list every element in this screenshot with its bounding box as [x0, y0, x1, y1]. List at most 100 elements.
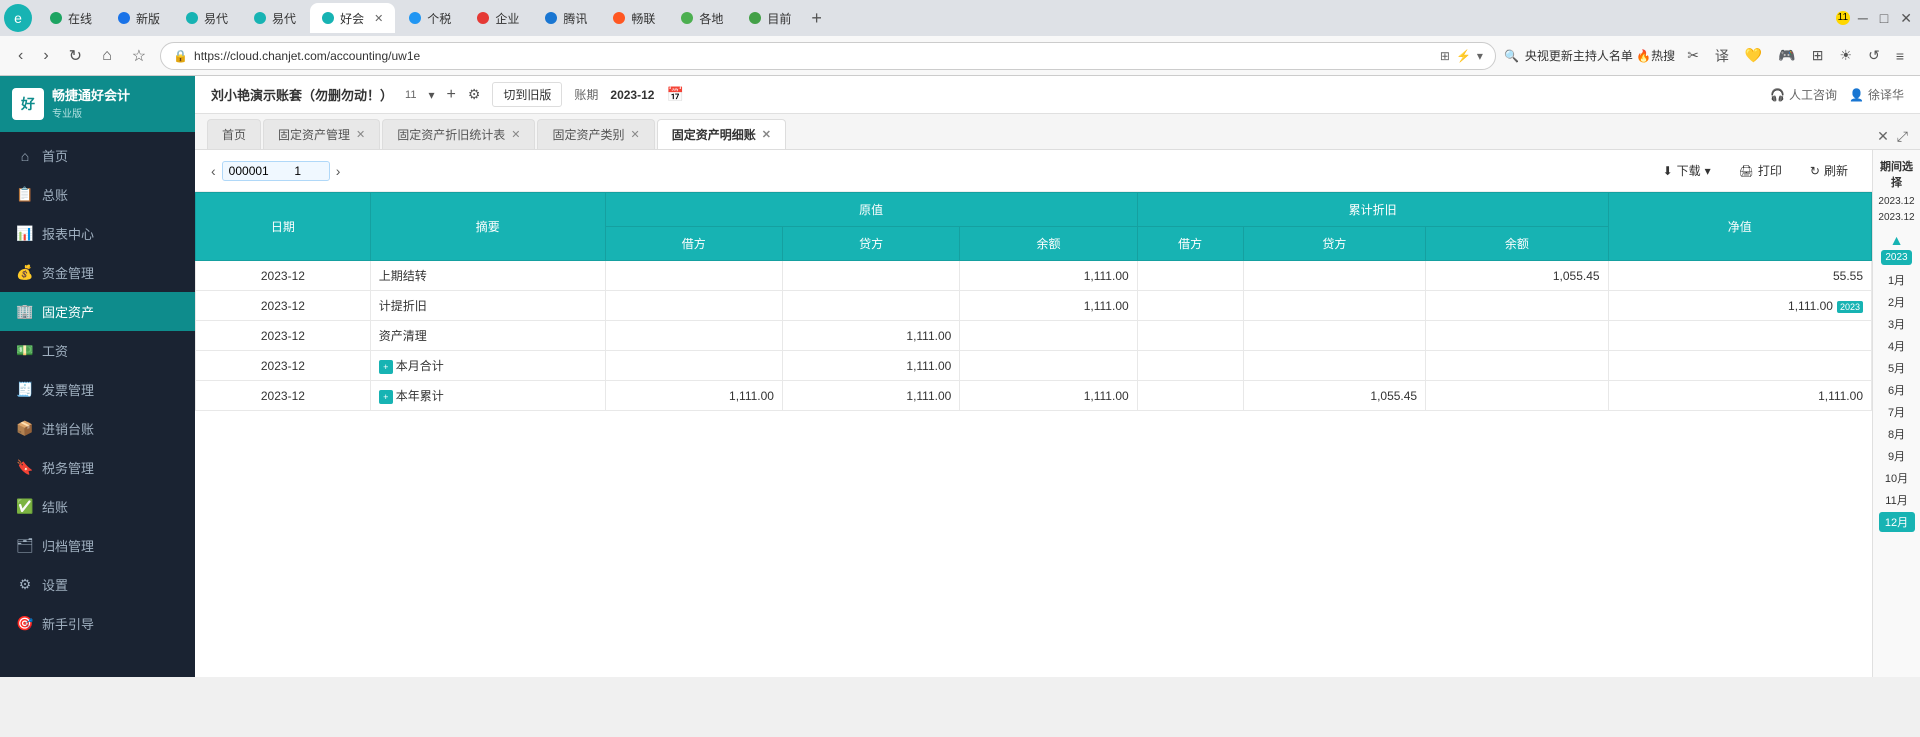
sidebar-item-funds[interactable]: 💰 资金管理 [0, 253, 195, 292]
scissors-btn[interactable]: ✂ [1683, 45, 1703, 66]
download-button[interactable]: ⬇ 下载 ▾ [1655, 158, 1719, 183]
tab-muqian[interactable]: 目前 [737, 3, 803, 33]
sidebar-item-settings[interactable]: ⚙ 设置 [0, 565, 195, 604]
tab-qiye[interactable]: 企业 [465, 3, 531, 33]
new-tab-button[interactable]: + [805, 8, 828, 29]
undo-btn[interactable]: ↺ [1864, 45, 1884, 66]
back-button[interactable]: ‹ [12, 45, 29, 67]
period-month-9[interactable]: 9月 [1879, 446, 1915, 466]
sidebar-item-tax[interactable]: 🔖 税务管理 [0, 448, 195, 487]
page-tab-close-detail[interactable]: ✕ [762, 128, 771, 141]
tab-label-haohui: 好会 [340, 10, 364, 27]
period-month-10[interactable]: 10月 [1879, 468, 1915, 488]
tab-geshui[interactable]: 个税 [397, 3, 463, 33]
tab-close-haohui[interactable]: ✕ [374, 12, 383, 25]
next-page-button[interactable]: › [336, 163, 341, 179]
tab-new[interactable]: 新版 [106, 3, 172, 33]
sidebar-label-general-ledger: 总账 [42, 185, 68, 204]
period-month-5[interactable]: 5月 [1879, 358, 1915, 378]
download-dropdown-icon: ▾ [1705, 164, 1711, 178]
tab-gedi[interactable]: 各地 [669, 3, 735, 33]
support-button[interactable]: 🎧 人工咨询 [1770, 86, 1837, 103]
sun-btn[interactable]: ☀ [1836, 45, 1857, 66]
period-month-1[interactable]: 1月 [1879, 270, 1915, 290]
page-tab-close-depreciation[interactable]: ✕ [511, 128, 520, 141]
dropdown-icon: ▾ [1477, 49, 1483, 63]
cell-accum_debit-4 [1137, 381, 1243, 411]
tab-haohui[interactable]: 好会 ✕ [310, 3, 395, 33]
page-tab-home-label: 首页 [222, 126, 246, 143]
print-button[interactable]: 🖨 打印 [1731, 158, 1790, 183]
account-dropdown-button[interactable]: ▾ [428, 88, 434, 102]
wallet-btn[interactable]: 💛 [1741, 45, 1766, 66]
page-tab-category[interactable]: 固定资产类别 ✕ [537, 119, 654, 149]
cell-orig_balance-3 [960, 351, 1137, 381]
prev-page-button[interactable]: ‹ [211, 163, 216, 179]
sidebar-item-fixed-assets[interactable]: 🏢 固定资产 [0, 292, 195, 331]
sidebar-item-invoice[interactable]: 🧾 发票管理 [0, 370, 195, 409]
sidebar-label-home: 首页 [42, 146, 68, 165]
th-orig-balance: 余额 [960, 227, 1137, 261]
sidebar-item-archive[interactable]: 🗂 归档管理 [0, 526, 195, 565]
add-account-button[interactable]: + [446, 86, 455, 104]
page-tab-home[interactable]: 首页 [207, 119, 261, 149]
sidebar-item-sales[interactable]: 📦 进销台账 [0, 409, 195, 448]
window-close[interactable]: ✕ [1896, 8, 1916, 29]
toolbar-right: ⬇ 下载 ▾ 🖨 打印 ↻ 刷新 [1655, 158, 1856, 183]
tab-yidai1[interactable]: 易代 [174, 3, 240, 33]
table-row: 2023-12+本月合计1,111.00 [196, 351, 1872, 381]
period-month-3[interactable]: 3月 [1879, 314, 1915, 334]
tab-tengxun[interactable]: 腾讯 [533, 3, 599, 33]
home-button[interactable]: ⌂ [96, 45, 118, 67]
period-month-8[interactable]: 8月 [1879, 424, 1915, 444]
page-tab-detail[interactable]: 固定资产明细账 ✕ [657, 119, 786, 149]
game-btn[interactable]: 🎮 [1774, 45, 1799, 66]
forward-button[interactable]: › [37, 45, 54, 67]
period-month-11[interactable]: 11月 [1879, 490, 1915, 510]
cell-date-4: 2023-12 [196, 381, 371, 411]
period-month-7[interactable]: 7月 [1879, 402, 1915, 422]
sidebar-item-guide[interactable]: 🎯 新手引导 [0, 604, 195, 643]
cell-accum_balance-0: 1,055.45 [1426, 261, 1608, 291]
period-month-12[interactable]: 12月 [1879, 512, 1915, 532]
period-scroll-up-button[interactable]: ▲ [1888, 230, 1906, 250]
bookmark-button[interactable]: ☆ [126, 44, 152, 68]
cell-orig_balance-1: 1,111.00 [960, 291, 1137, 321]
tab-yidai2[interactable]: 易代 [242, 3, 308, 33]
tab-expand-button[interactable]: ⤢ [1897, 128, 1908, 145]
period-month-4[interactable]: 4月 [1879, 336, 1915, 356]
switch-version-button[interactable]: 切到旧版 [492, 82, 562, 107]
tab-label-muqian: 目前 [767, 10, 791, 27]
tab-chang[interactable]: 畅联 [601, 3, 667, 33]
refresh-button[interactable]: ↻ 刷新 [1802, 158, 1856, 183]
cell-net-2 [1608, 321, 1871, 351]
period-month-2[interactable]: 2月 [1879, 292, 1915, 312]
menu-btn[interactable]: ≡ [1892, 46, 1908, 66]
translate-btn[interactable]: 译 [1711, 44, 1733, 68]
page-tab-close-category[interactable]: ✕ [631, 128, 640, 141]
tab-collapse-button[interactable]: ✕ [1877, 128, 1889, 145]
tab-favicon-yidai1 [186, 12, 198, 24]
window-maximize[interactable]: □ [1876, 8, 1892, 28]
calendar-icon[interactable]: 📅 [666, 86, 683, 103]
cell-orig_balance-4: 1,111.00 [960, 381, 1137, 411]
window-minimize[interactable]: ─ [1854, 8, 1872, 28]
period-month-6[interactable]: 6月 [1879, 380, 1915, 400]
page-tab-depreciation[interactable]: 固定资产折旧统计表 ✕ [382, 119, 535, 149]
pagination-nav: ‹ 000001 › [211, 161, 340, 181]
page-tab-fixed-mgmt[interactable]: 固定资产管理 ✕ [263, 119, 380, 149]
sidebar-item-general-ledger[interactable]: 📋 总账 [0, 175, 195, 214]
page-index-input[interactable] [273, 164, 323, 178]
grid-btn[interactable]: ⊞ [1808, 45, 1828, 66]
sidebar-item-home[interactable]: ⌂ 首页 [0, 136, 195, 175]
sidebar-item-payroll[interactable]: 💵 工资 [0, 331, 195, 370]
sidebar-item-reports[interactable]: 📊 报表中心 [0, 214, 195, 253]
tab-label-yidai2: 易代 [272, 10, 296, 27]
user-profile[interactable]: 👤 徐译华 [1849, 86, 1904, 103]
url-bar[interactable]: 🔒 https://cloud.chanjet.com/accounting/u… [160, 42, 1496, 70]
page-tab-close-fixed-mgmt[interactable]: ✕ [356, 128, 365, 141]
account-settings-button[interactable]: ⚙ [468, 86, 481, 103]
sidebar-item-closing[interactable]: ✅ 结账 [0, 487, 195, 526]
tab-online[interactable]: 在线 [38, 3, 104, 33]
reload-button[interactable]: ↻ [63, 44, 88, 68]
